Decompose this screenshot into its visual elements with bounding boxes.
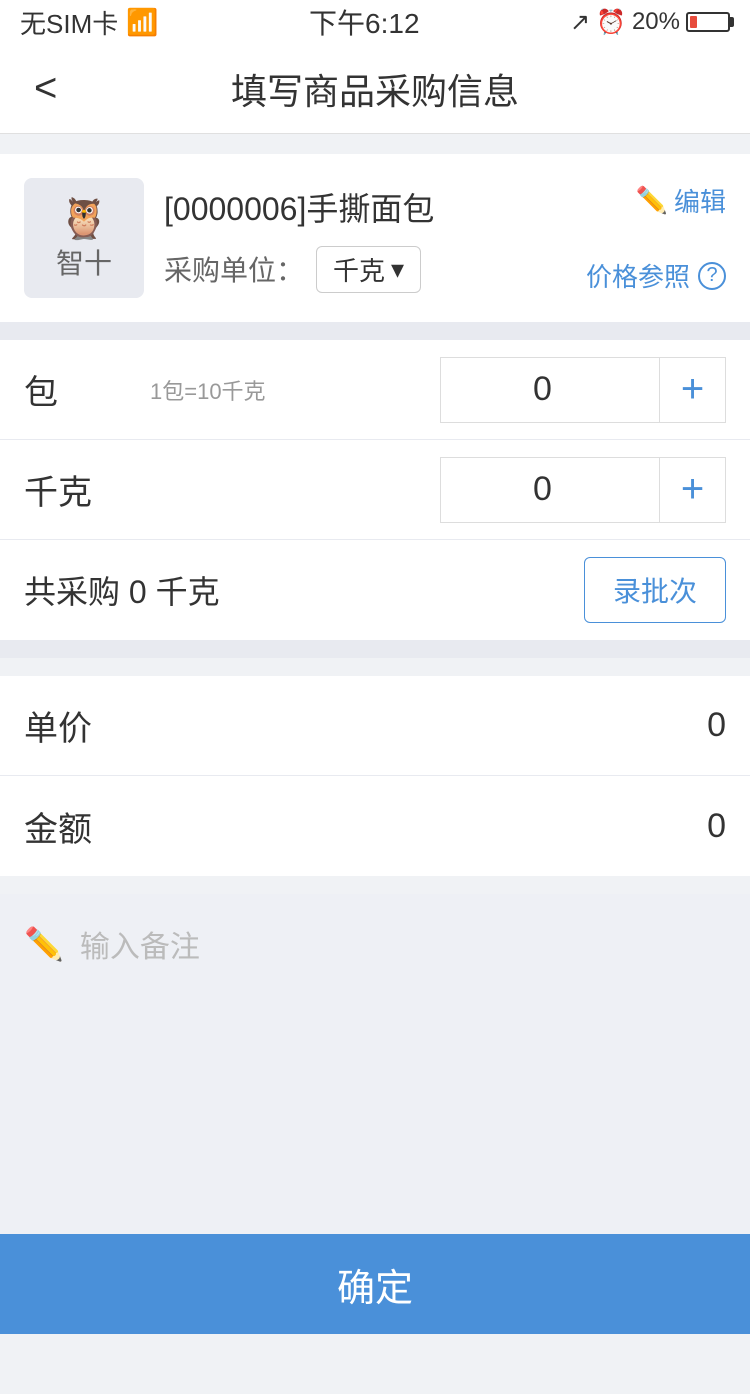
- summary-prefix: 共采购: [24, 574, 120, 610]
- edit-button[interactable]: ✏️ 编辑: [636, 182, 726, 219]
- amount-label: 金额: [24, 802, 92, 851]
- thumb-text: 智十: [56, 248, 112, 279]
- divider-1: [0, 322, 750, 340]
- status-left: 无SIM卡 📶: [20, 4, 159, 41]
- main-content: 🦉 智十 [0000006]手撕面包 采购单位： 千克 ▾ ✏️ 编辑 价格参照…: [0, 154, 750, 1394]
- wifi-icon: 📶: [126, 7, 158, 38]
- bag-plus-button[interactable]: +: [660, 357, 726, 423]
- page-title: 填写商品采购信息: [231, 63, 519, 115]
- thumb-inner: 🦉 智十: [56, 195, 112, 282]
- battery-indicator: [686, 12, 730, 32]
- amount-row: 金额 0: [0, 776, 750, 876]
- bag-input-row: 包 1包=10千克 +: [0, 340, 750, 440]
- kg-plus-button[interactable]: +: [660, 457, 726, 523]
- owl-icon: 🦉: [56, 195, 112, 242]
- confirm-button[interactable]: 确定: [0, 1234, 750, 1334]
- price-reference-button[interactable]: 价格参照 ?: [586, 257, 726, 294]
- back-button[interactable]: <: [24, 56, 67, 121]
- unit-price-label: 单价: [24, 701, 92, 750]
- batch-button[interactable]: 录批次: [584, 557, 726, 623]
- amount-value: 0: [707, 807, 726, 846]
- summary-unit: 千克: [156, 574, 220, 610]
- status-right: ↗ ⏰ 20%: [570, 8, 730, 37]
- summary-amount: 0: [129, 574, 147, 610]
- divider-2: [0, 640, 750, 658]
- status-bar: 无SIM卡 📶 下午6:12 ↗ ⏰ 20%: [0, 0, 750, 44]
- bag-input-control: +: [440, 357, 726, 423]
- remark-section[interactable]: ✏️ 输入备注: [0, 894, 750, 994]
- kg-input-control: +: [440, 457, 726, 523]
- battery-fill: [690, 16, 697, 28]
- status-time: 下午6:12: [309, 2, 420, 42]
- pencil-icon: ✏️: [24, 925, 64, 963]
- summary-row: 共采购 0 千克 录批次: [0, 540, 750, 640]
- bag-number-input[interactable]: [440, 357, 660, 423]
- unit-price-value: 0: [707, 706, 726, 745]
- alarm-icon: ⏰: [596, 8, 626, 37]
- kg-number-input[interactable]: [440, 457, 660, 523]
- edit-label: 编辑: [674, 182, 726, 219]
- kg-input-row: 千克 +: [0, 440, 750, 540]
- edit-icon: ✏️: [636, 185, 668, 216]
- kg-label: 千克: [24, 465, 144, 514]
- price-ref-label: 价格参照: [586, 257, 690, 294]
- bag-sublabel: 1包=10千克: [150, 374, 266, 406]
- dropdown-arrow: ▾: [391, 254, 404, 285]
- unit-select[interactable]: 千克 ▾: [316, 246, 421, 293]
- location-icon: ↗: [570, 8, 590, 37]
- remark-placeholder: 输入备注: [80, 922, 200, 966]
- carrier-text: 无SIM卡: [20, 4, 118, 41]
- product-card: 🦉 智十 [0000006]手撕面包 采购单位： 千克 ▾ ✏️ 编辑 价格参照…: [0, 154, 750, 322]
- unit-label: 采购单位：: [164, 249, 304, 289]
- product-thumbnail: 🦉 智十: [24, 178, 144, 298]
- help-icon: ?: [698, 262, 726, 290]
- summary-text: 共采购 0 千克: [24, 567, 220, 613]
- unit-price-row: 单价 0: [0, 676, 750, 776]
- nav-bar: < 填写商品采购信息: [0, 44, 750, 134]
- unit-value: 千克: [333, 251, 385, 288]
- battery-pct: 20%: [632, 8, 680, 36]
- bag-label: 包: [24, 365, 144, 414]
- detail-section: 单价 0 金额 0: [0, 676, 750, 876]
- input-section: 包 1包=10千克 + 千克 + 共采购 0 千克 录批次: [0, 340, 750, 640]
